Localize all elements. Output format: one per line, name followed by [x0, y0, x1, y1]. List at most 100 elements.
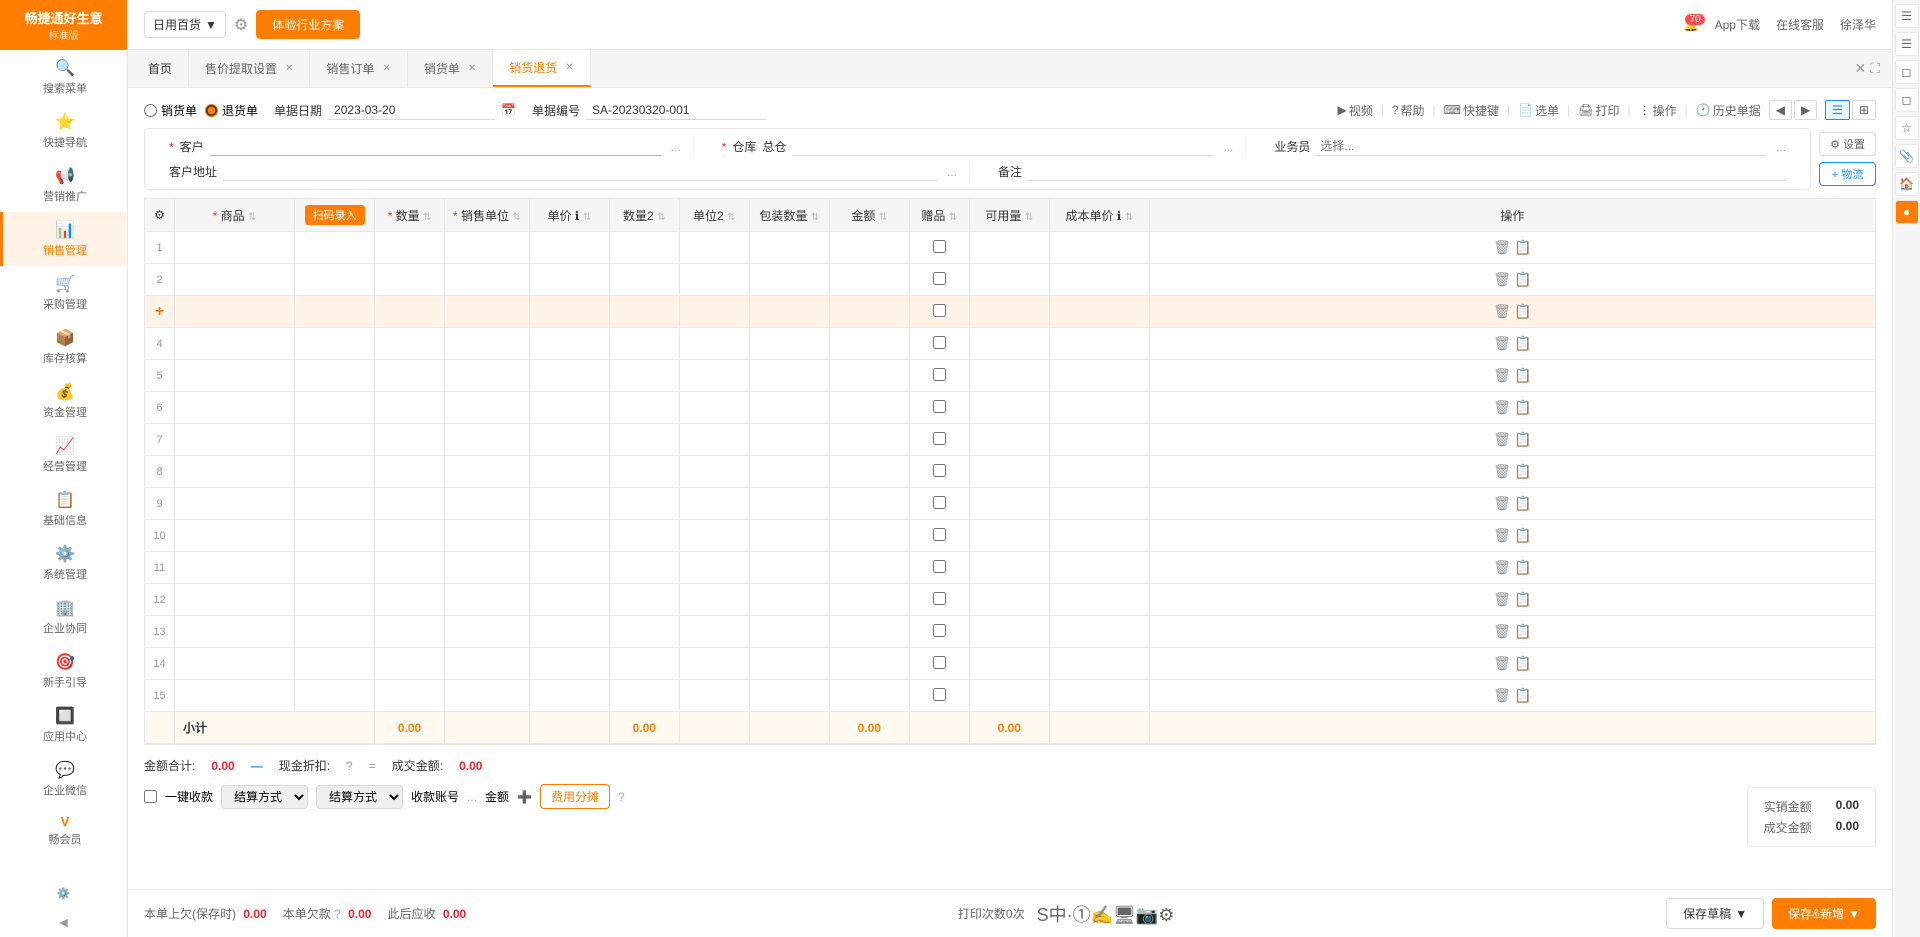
product-cell-3[interactable] — [175, 296, 295, 328]
unit-price-cell-7[interactable] — [529, 424, 609, 456]
print-link[interactable]: 🖨 打印 — [1578, 102, 1619, 119]
unit-price-cell-10[interactable] — [529, 520, 609, 552]
cost-price-cell-8[interactable] — [1049, 456, 1149, 488]
qty2-cell-10[interactable] — [609, 520, 679, 552]
delete-row-btn-10[interactable]: 🗑 — [1493, 527, 1511, 544]
radio-delivery-input[interactable] — [144, 104, 157, 117]
onepay-checkbox[interactable] — [144, 790, 157, 803]
unit2-cell-5[interactable] — [679, 360, 749, 392]
radio-return[interactable]: 退货单 — [205, 102, 258, 119]
unit2-cell-2[interactable] — [679, 264, 749, 296]
col-scan[interactable]: 扫码录入 — [295, 199, 375, 232]
address-input[interactable] — [223, 162, 937, 181]
username-display[interactable]: 徐泽华 — [1840, 16, 1876, 33]
delete-row-btn-4[interactable]: 🗑 — [1493, 335, 1511, 352]
sales-unit-cell-9[interactable] — [445, 488, 530, 520]
gift-checkbox-14[interactable] — [933, 656, 946, 669]
delete-row-btn-6[interactable]: 🗑 — [1493, 399, 1511, 416]
save-new-btn[interactable]: 保存&新增 ▼ — [1772, 898, 1876, 929]
qty-cell-11[interactable] — [375, 552, 445, 584]
unit-price-cell-1[interactable] — [529, 232, 609, 264]
amount-cell-8[interactable] — [829, 456, 909, 488]
pkg-qty-cell-12[interactable] — [749, 584, 829, 616]
qty-cell-3[interactable] — [375, 296, 445, 328]
delete-row-btn-7[interactable]: 🗑 — [1493, 431, 1511, 448]
sales-unit-cell-2[interactable] — [445, 264, 530, 296]
gift-cell-2[interactable] — [909, 264, 969, 296]
product-cell-9[interactable] — [175, 488, 295, 520]
gift-checkbox-6[interactable] — [933, 400, 946, 413]
unit2-cell-1[interactable] — [679, 232, 749, 264]
amount-cell-5[interactable] — [829, 360, 909, 392]
warehouse-input[interactable] — [792, 137, 1213, 156]
gift-checkbox-5[interactable] — [933, 368, 946, 381]
product-cell-15[interactable] — [175, 680, 295, 712]
qty2-cell-2[interactable] — [609, 264, 679, 296]
product-cell-7[interactable] — [175, 424, 295, 456]
tab-price-close[interactable]: ✕ — [285, 63, 293, 74]
help-link[interactable]: ? 帮助 — [1392, 102, 1425, 119]
list-view-btn[interactable]: ☰ — [1825, 100, 1850, 120]
product-cell-10[interactable] — [175, 520, 295, 552]
cost-price-cell-5[interactable] — [1049, 360, 1149, 392]
sidebar-item-guide[interactable]: 🎯 新手引导 — [0, 644, 127, 698]
unit2-cell-6[interactable] — [679, 392, 749, 424]
notification-bell[interactable]: 🔔 70 — [1684, 18, 1699, 32]
unit-price-cell-14[interactable] — [529, 648, 609, 680]
copy-row-btn-12[interactable]: 📋 — [1514, 591, 1531, 608]
next-record-btn[interactable]: ▶ — [1794, 100, 1817, 120]
cost-price-cell-13[interactable] — [1049, 616, 1149, 648]
grid-view-btn[interactable]: ⊞ — [1852, 100, 1876, 120]
product-cell-6[interactable] — [175, 392, 295, 424]
gift-cell-7[interactable] — [909, 424, 969, 456]
sales-unit-cell-4[interactable] — [445, 328, 530, 360]
customer-input[interactable] — [210, 137, 661, 156]
rs-btn-7[interactable]: 🏠 — [1895, 172, 1919, 196]
close-tab-btn[interactable]: ✕ — [1854, 60, 1866, 77]
product-cell-14[interactable] — [175, 648, 295, 680]
amount-cell-11[interactable] — [829, 552, 909, 584]
gift-cell-10[interactable] — [909, 520, 969, 552]
qty2-cell-6[interactable] — [609, 392, 679, 424]
product-cell-8[interactable] — [175, 456, 295, 488]
cost-price-cell-4[interactable] — [1049, 328, 1149, 360]
cost-price-cell-7[interactable] — [1049, 424, 1149, 456]
sidebar-item-enterprise[interactable]: 🏢 企业协同 — [0, 590, 127, 644]
available-cell-2[interactable] — [969, 264, 1049, 296]
unit-price-cell-2[interactable] — [529, 264, 609, 296]
gift-checkbox-11[interactable] — [933, 560, 946, 573]
gift-cell-5[interactable] — [909, 360, 969, 392]
add-logistics-btn[interactable]: + 物流 — [1819, 162, 1876, 186]
available-cell-14[interactable] — [969, 648, 1049, 680]
unit-price-cell-12[interactable] — [529, 584, 609, 616]
pkg-qty-cell-15[interactable] — [749, 680, 829, 712]
delete-row-btn-13[interactable]: 🗑 — [1493, 623, 1511, 640]
sales-unit-cell-5[interactable] — [445, 360, 530, 392]
qty2-cell-9[interactable] — [609, 488, 679, 520]
pkg-qty-cell-4[interactable] — [749, 328, 829, 360]
tab-salesorder-close[interactable]: ✕ — [382, 63, 390, 74]
qty-cell-8[interactable] — [375, 456, 445, 488]
gift-cell-11[interactable] — [909, 552, 969, 584]
sales-unit-cell-8[interactable] — [445, 456, 530, 488]
sales-unit-cell-15[interactable] — [445, 680, 530, 712]
sales-unit-cell-6[interactable] — [445, 392, 530, 424]
gift-checkbox-8[interactable] — [933, 464, 946, 477]
gift-cell-4[interactable] — [909, 328, 969, 360]
rs-btn-4[interactable]: ◻ — [1895, 88, 1919, 112]
qty-cell-12[interactable] — [375, 584, 445, 616]
sidebar-item-shortcut[interactable]: ⭐ 快捷导航 — [0, 104, 127, 158]
remark-input[interactable] — [1028, 162, 1786, 181]
online-service-link[interactable]: 在线客服 — [1776, 16, 1824, 33]
tab-sales-delivery[interactable]: 销货单 ✕ — [408, 50, 493, 87]
delete-row-btn-11[interactable]: 🗑 — [1493, 559, 1511, 576]
gift-checkbox-2[interactable] — [933, 272, 946, 285]
qty2-cell-13[interactable] — [609, 616, 679, 648]
gift-cell-1[interactable] — [909, 232, 969, 264]
operation-link[interactable]: ⋮ 操作 — [1639, 102, 1677, 119]
tab-sales-return[interactable]: 销货退货 ✕ — [493, 50, 590, 87]
amount-cell-15[interactable] — [829, 680, 909, 712]
amount-cell-12[interactable] — [829, 584, 909, 616]
pkg-qty-cell-8[interactable] — [749, 456, 829, 488]
delete-row-btn-5[interactable]: 🗑 — [1493, 367, 1511, 384]
